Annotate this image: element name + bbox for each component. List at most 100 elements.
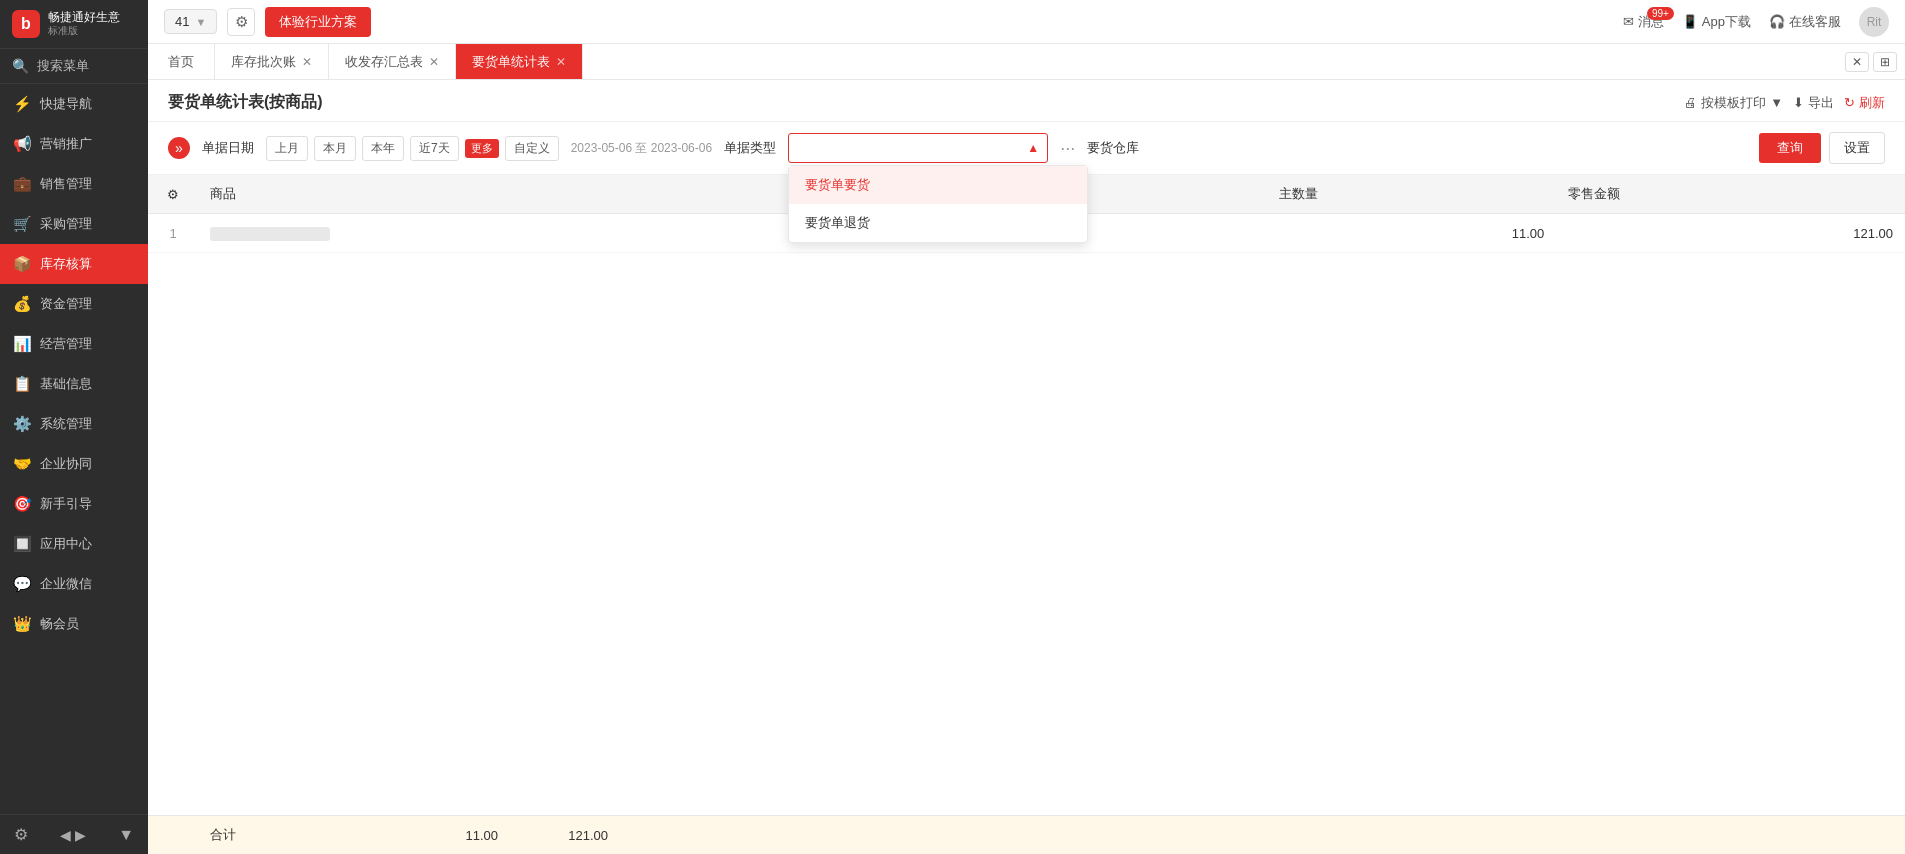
row-amount: 121.00	[1556, 214, 1905, 253]
page-header: 要货单统计表(按商品) 🖨 按模板打印 ▼ ⬇ 导出 ↻ 刷新	[148, 80, 1905, 122]
col-product: 商品	[198, 175, 859, 214]
table-settings-icon[interactable]: ⚙	[167, 187, 179, 202]
row-product	[198, 214, 859, 253]
dropdown-item-return[interactable]: 要货单退货	[789, 204, 1087, 242]
enterprise-icon: 🤝	[12, 455, 32, 473]
sidebar-item-guide[interactable]: 🎯 新手引导	[0, 484, 148, 524]
maximize-tab-btn[interactable]: ⊞	[1873, 52, 1897, 72]
member-icon: 👑	[12, 615, 32, 633]
type-dropdown-menu: 要货单要货 要货单退货	[788, 165, 1088, 243]
type-filter-value	[797, 139, 810, 157]
sidebar-item-label: 资金管理	[40, 295, 92, 313]
sidebar-item-system[interactable]: ⚙️ 系统管理	[0, 404, 148, 444]
gear-icon: ⚙	[235, 13, 248, 31]
sidebar-item-label: 企业微信	[40, 575, 92, 593]
sidebar-scroll-down[interactable]: ▼	[118, 826, 134, 844]
online-service-label: 在线客服	[1789, 13, 1841, 31]
tab-collection-summary[interactable]: 收发存汇总表 ✕	[329, 44, 456, 79]
more-dates-badge[interactable]: 更多	[465, 139, 499, 158]
sidebar-item-label: 企业协同	[40, 455, 92, 473]
message-badge: 99+	[1647, 7, 1674, 20]
this-year-btn[interactable]: 本年	[362, 136, 404, 161]
sidebar-item-finance[interactable]: 💰 资金管理	[0, 284, 148, 324]
sidebar-item-inventory[interactable]: 📦 库存核算	[0, 244, 148, 284]
table-footer: 合计 11.00 121.00	[148, 815, 1905, 854]
sidebar-item-enterprise[interactable]: 🤝 企业协同	[0, 444, 148, 484]
tab-home[interactable]: 首页	[148, 44, 215, 79]
this-month-btn[interactable]: 本月	[314, 136, 356, 161]
operations-icon: 📊	[12, 335, 32, 353]
sidebar-item-marketing[interactable]: 📢 营销推广	[0, 124, 148, 164]
sidebar-item-wechat[interactable]: 💬 企业微信	[0, 564, 148, 604]
tab-label: 要货单统计表	[472, 53, 550, 71]
chevron-down-icon: ▼	[195, 16, 206, 28]
tab-close-icon[interactable]: ✕	[302, 55, 312, 69]
sidebar-item-label: 快捷导航	[40, 95, 92, 113]
export-action[interactable]: ⬇ 导出	[1793, 94, 1834, 112]
main-area: 41 ▼ ⚙ 体验行业方案 ✉ 消息 99+ 📱 App下载 🎧 在线客服	[148, 0, 1905, 854]
tab-label: 收发存汇总表	[345, 53, 423, 71]
col-settings[interactable]: ⚙	[148, 175, 198, 214]
type-label: 单据类型	[724, 139, 776, 157]
tab-inventory-batch[interactable]: 库存批次账 ✕	[215, 44, 329, 79]
col-quantity: 主数量	[1267, 175, 1556, 214]
expand-filter-btn[interactable]: »	[168, 137, 190, 159]
export-label: 导出	[1808, 94, 1834, 112]
footer-total-amount: 121.00	[510, 828, 620, 843]
sidebar-item-operations[interactable]: 📊 经营管理	[0, 324, 148, 364]
app-version: 标准版	[48, 24, 120, 38]
tab-label: 首页	[168, 53, 194, 71]
tab-requisition-stats[interactable]: 要货单统计表 ✕	[456, 44, 583, 79]
trial-button[interactable]: 体验行业方案	[265, 7, 371, 37]
logo-icon: b	[12, 10, 40, 38]
tab-close-icon[interactable]: ✕	[429, 55, 439, 69]
store-name: 41	[175, 14, 189, 29]
sidebar-item-label: 系统管理	[40, 415, 92, 433]
dropdown-item-requisition[interactable]: 要货单要货	[789, 166, 1087, 204]
footer-label: 合计	[160, 826, 400, 844]
more-filters-btn[interactable]: ···	[1060, 139, 1075, 157]
message-icon: ✉	[1623, 14, 1634, 29]
topbar-left: 41 ▼ ⚙ 体验行业方案	[164, 7, 371, 37]
date-label: 单据日期	[202, 139, 254, 157]
sidebar-item-quick-nav[interactable]: ⚡ 快捷导航	[0, 84, 148, 124]
purchase-icon: 🛒	[12, 215, 32, 233]
sidebar-item-label: 销售管理	[40, 175, 92, 193]
custom-date-btn[interactable]: 自定义	[505, 136, 559, 161]
sidebar-item-purchase[interactable]: 🛒 采购管理	[0, 204, 148, 244]
message-item[interactable]: ✉ 消息 99+	[1623, 13, 1664, 31]
sidebar-item-label: 畅会员	[40, 615, 79, 633]
topbar: 41 ▼ ⚙ 体验行业方案 ✉ 消息 99+ 📱 App下载 🎧 在线客服	[148, 0, 1905, 44]
page-actions: 🖨 按模板打印 ▼ ⬇ 导出 ↻ 刷新	[1684, 94, 1885, 112]
sidebar-item-member[interactable]: 👑 畅会员	[0, 604, 148, 644]
settings-button[interactable]: 设置	[1829, 132, 1885, 164]
print-action[interactable]: 🖨 按模板打印 ▼	[1684, 94, 1783, 112]
system-icon: ⚙️	[12, 415, 32, 433]
app-download-item[interactable]: 📱 App下载	[1682, 13, 1751, 31]
gear-button[interactable]: ⚙	[227, 8, 255, 36]
online-service-item[interactable]: 🎧 在线客服	[1769, 13, 1841, 31]
last-7-days-btn[interactable]: 近7天	[410, 136, 459, 161]
sidebar-settings-icon[interactable]: ⚙	[14, 825, 28, 844]
sidebar-collapse-btn[interactable]: ◀ ▶	[60, 827, 86, 843]
type-filter-select[interactable]: ▲	[788, 133, 1048, 163]
row-no: 1	[148, 214, 198, 253]
refresh-action[interactable]: ↻ 刷新	[1844, 94, 1885, 112]
store-selector[interactable]: 41 ▼	[164, 9, 217, 34]
search-menu-item[interactable]: 🔍 搜索菜单	[0, 49, 148, 84]
last-month-btn[interactable]: 上月	[266, 136, 308, 161]
row-quantity: 11.00	[1267, 214, 1556, 253]
user-avatar[interactable]: Rit	[1859, 7, 1889, 37]
sidebar-item-label: 基础信息	[40, 375, 92, 393]
sidebar-item-appstore[interactable]: 🔲 应用中心	[0, 524, 148, 564]
guide-icon: 🎯	[12, 495, 32, 513]
sidebar-item-label: 新手引导	[40, 495, 92, 513]
close-current-tab-btn[interactable]: ✕	[1845, 52, 1869, 72]
refresh-icon: ↻	[1844, 95, 1855, 110]
sidebar-item-sales[interactable]: 💼 销售管理	[0, 164, 148, 204]
sidebar-item-basic[interactable]: 📋 基础信息	[0, 364, 148, 404]
sidebar-bottom: ⚙ ◀ ▶ ▼	[0, 814, 148, 854]
query-button[interactable]: 查询	[1759, 133, 1821, 163]
data-table-wrap: ⚙ 商品 主计量单位 主数量 零售金额 1 块 11.00 121.00	[148, 175, 1905, 815]
tab-close-icon[interactable]: ✕	[556, 55, 566, 69]
